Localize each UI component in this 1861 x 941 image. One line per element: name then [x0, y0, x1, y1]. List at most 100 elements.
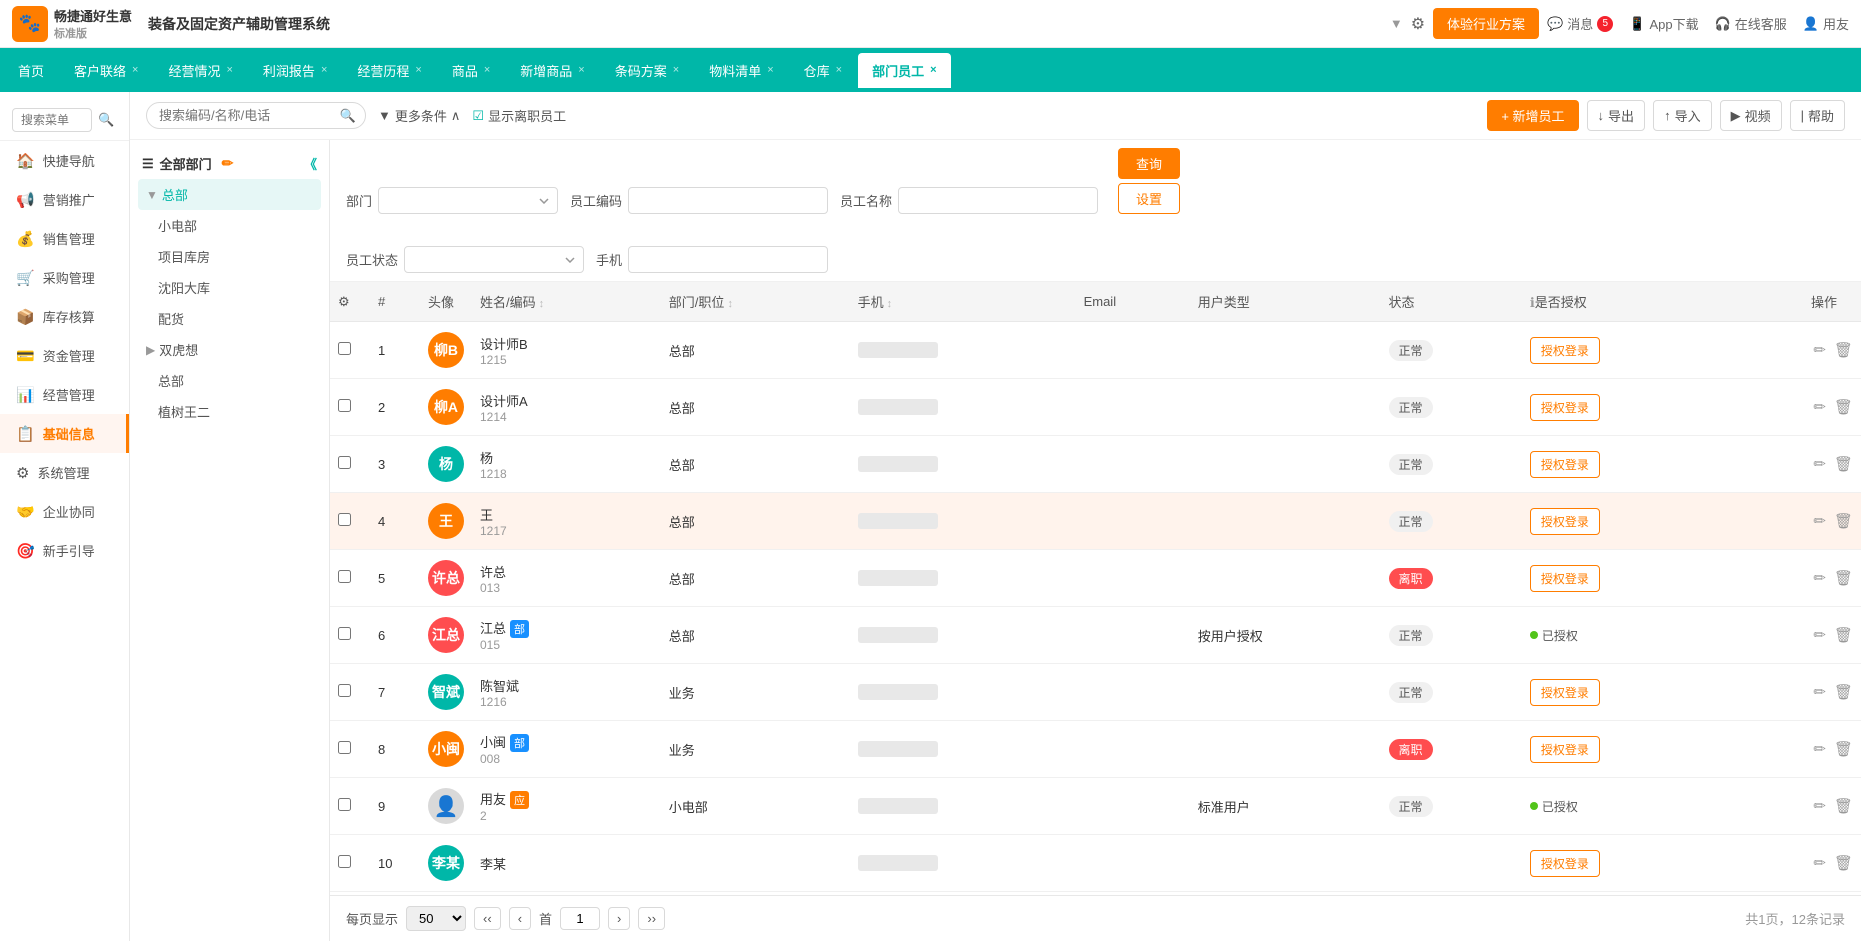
auth-login-button[interactable]: 授权登录 — [1530, 394, 1600, 421]
close-operations-icon[interactable]: × — [226, 64, 232, 76]
col-dept[interactable]: 部门/职位 — [661, 282, 850, 322]
message-button[interactable]: 💬 消息 5 — [1547, 14, 1613, 33]
row-checkbox[interactable] — [338, 627, 351, 640]
dept-item-zswer[interactable]: 植树王二 — [138, 396, 321, 427]
delete-icon[interactable]: 🗑 — [1834, 455, 1853, 473]
tab-profit[interactable]: 利润报告 × — [249, 53, 341, 88]
delete-icon[interactable]: 🗑 — [1834, 569, 1853, 587]
row-checkbox[interactable] — [338, 798, 351, 811]
row-checkbox[interactable] — [338, 513, 351, 526]
row-checkbox[interactable] — [338, 684, 351, 697]
sidebar-item-guide[interactable]: 🎯 新手引导 — [0, 531, 129, 570]
edit-icon[interactable]: ✏ — [1813, 854, 1826, 872]
search-submit-icon[interactable]: 🔍 — [340, 108, 356, 124]
edit-icon[interactable]: ✏ — [1813, 797, 1826, 815]
dept-item-xmkf[interactable]: 项目库房 — [138, 241, 321, 272]
close-barcode-icon[interactable]: × — [673, 64, 679, 76]
page-size-select[interactable]: 50 20 100 — [406, 906, 466, 931]
edit-icon[interactable]: ✏ — [1813, 626, 1826, 644]
trial-button[interactable]: 体验行业方案 — [1433, 8, 1539, 39]
close-new-goods-icon[interactable]: × — [578, 64, 584, 76]
auth-login-button[interactable]: 授权登录 — [1530, 451, 1600, 478]
close-warehouse-icon[interactable]: × — [836, 64, 842, 76]
delete-icon[interactable]: 🗑 — [1834, 512, 1853, 530]
help-button[interactable]: | 帮助 — [1790, 100, 1845, 131]
tab-goods[interactable]: 商品 × — [438, 53, 504, 88]
row-checkbox[interactable] — [338, 399, 351, 412]
tab-bom[interactable]: 物料清单 × — [695, 53, 787, 88]
info-icon[interactable]: ℹ — [1530, 295, 1535, 310]
sidebar-item-finance[interactable]: 💳 资金管理 — [0, 336, 129, 375]
dept-item-shx[interactable]: ▶ 双虎想 — [138, 334, 321, 365]
edit-icon[interactable]: ✏ — [1813, 398, 1826, 416]
tab-operations[interactable]: 经营情况 × — [154, 53, 246, 88]
delete-icon[interactable]: 🗑 — [1834, 854, 1853, 872]
row-checkbox[interactable] — [338, 456, 351, 469]
filter-phone-input[interactable] — [628, 246, 828, 273]
edit-icon[interactable]: ✏ — [1813, 740, 1826, 758]
edit-icon[interactable]: ✏ — [1813, 341, 1826, 359]
auth-login-button[interactable]: 授权登录 — [1530, 679, 1600, 706]
show-resigned-checkbox[interactable]: ☑ — [472, 108, 484, 124]
dept-item-ph[interactable]: 配货 — [138, 303, 321, 334]
export-button[interactable]: ↓ 导出 — [1587, 100, 1646, 131]
sidebar-item-nav[interactable]: 🏠 快捷导航 — [0, 141, 129, 180]
last-page-btn[interactable]: ›› — [638, 907, 665, 930]
next-page-btn[interactable]: › — [608, 907, 630, 930]
close-profit-icon[interactable]: × — [321, 64, 327, 76]
gear-button[interactable]: ⚙ — [1411, 14, 1425, 34]
col-settings[interactable]: ⚙ — [330, 282, 370, 322]
tab-employees[interactable]: 部门员工 × — [858, 53, 950, 88]
auth-login-button[interactable]: 授权登录 — [1530, 565, 1600, 592]
sidebar-item-business[interactable]: 📊 经营管理 — [0, 375, 129, 414]
sidebar-item-purchase[interactable]: 🛒 采购管理 — [0, 258, 129, 297]
row-checkbox[interactable] — [338, 342, 351, 355]
delete-icon[interactable]: 🗑 — [1834, 398, 1853, 416]
sidebar-item-marketing[interactable]: 📢 营销推广 — [0, 180, 129, 219]
app-download-button[interactable]: 📱 App下载 — [1629, 14, 1698, 33]
close-employees-icon[interactable]: × — [930, 64, 936, 76]
auth-login-button[interactable]: 授权登录 — [1530, 850, 1600, 877]
user-menu[interactable]: 👤 用友 — [1803, 14, 1849, 33]
edit-icon[interactable]: ✏ — [1813, 512, 1826, 530]
import-button[interactable]: ↑ 导入 — [1653, 100, 1712, 131]
sidebar-search-icon[interactable]: 🔍 — [98, 112, 114, 128]
delete-icon[interactable]: 🗑 — [1834, 683, 1853, 701]
prev-page-btn[interactable]: ‹ — [509, 907, 531, 930]
dept-item-xdb[interactable]: 小电部 — [138, 210, 321, 241]
tab-new-goods[interactable]: 新增商品 × — [506, 53, 598, 88]
sidebar-item-inventory[interactable]: 📦 库存核算 — [0, 297, 129, 336]
col-settings-icon[interactable]: ⚙ — [338, 294, 350, 309]
col-phone[interactable]: 手机 — [850, 282, 1076, 322]
auth-login-button[interactable]: 授权登录 — [1530, 736, 1600, 763]
edit-icon[interactable]: ✏ — [1813, 455, 1826, 473]
first-page-btn[interactable]: ‹‹ — [474, 907, 501, 930]
tab-barcode[interactable]: 条码方案 × — [601, 53, 693, 88]
sidebar-item-sales[interactable]: 💰 销售管理 — [0, 219, 129, 258]
row-checkbox[interactable] — [338, 741, 351, 754]
dept-item-sydk[interactable]: 沈阳大库 — [138, 272, 321, 303]
close-bom-icon[interactable]: × — [767, 64, 773, 76]
dept-edit-icon[interactable]: ✏ — [222, 155, 234, 172]
view-button[interactable]: ▶ 视频 — [1720, 100, 1782, 131]
online-service-button[interactable]: 🎧 在线客服 — [1715, 14, 1787, 33]
sidebar-search-input[interactable] — [12, 108, 92, 132]
tab-history[interactable]: 经营历程 × — [343, 53, 435, 88]
more-filters-button[interactable]: ▼ 更多条件 ∧ — [378, 106, 460, 125]
add-employee-button[interactable]: + 新增员工 — [1487, 100, 1578, 131]
delete-icon[interactable]: 🗑 — [1834, 341, 1853, 359]
delete-icon[interactable]: 🗑 — [1834, 626, 1853, 644]
dept-item-zb[interactable]: 总部 — [138, 365, 321, 396]
edit-icon[interactable]: ✏ — [1813, 683, 1826, 701]
dept-item-root[interactable]: ▼ 总部 — [138, 179, 321, 210]
row-checkbox[interactable] — [338, 570, 351, 583]
auth-login-button[interactable]: 授权登录 — [1530, 508, 1600, 535]
query-button[interactable]: 查询 — [1118, 148, 1180, 179]
title-dropdown[interactable]: ▼ — [1390, 16, 1403, 31]
sidebar-item-basic[interactable]: 📋 基础信息 — [0, 414, 129, 453]
delete-icon[interactable]: 🗑 — [1834, 797, 1853, 815]
dept-collapse-btn[interactable]: 《 — [304, 154, 317, 173]
tab-warehouse[interactable]: 仓库 × — [790, 53, 856, 88]
filter-emp-status-select[interactable] — [404, 246, 584, 273]
page-number-input[interactable] — [560, 907, 600, 930]
